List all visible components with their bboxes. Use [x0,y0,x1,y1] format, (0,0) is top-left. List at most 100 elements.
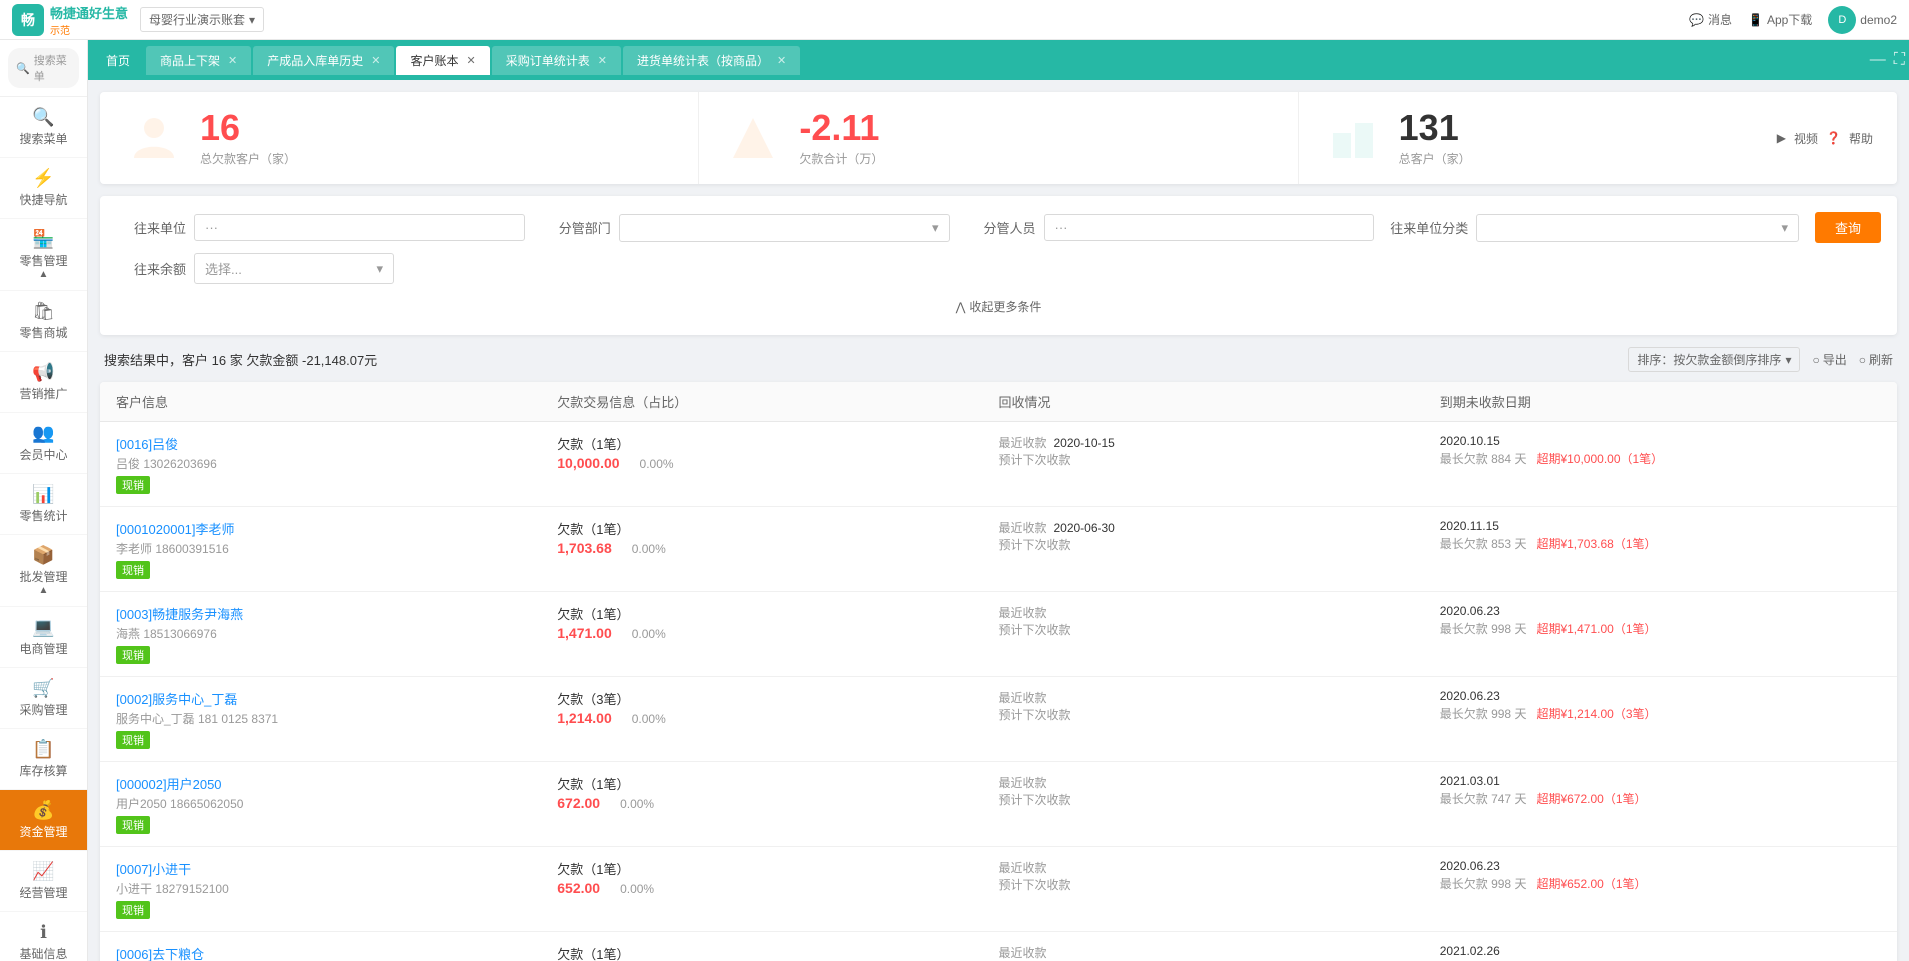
sidebar-item-零售管理[interactable]: 🏪 零售管理 ▲ [0,219,87,291]
recovery-cell: 最近收款 预计下次收款 [999,689,1440,723]
tab-close-icon[interactable]: ✕ [598,54,607,67]
tab-3[interactable]: 客户账本 ✕ [396,46,489,75]
tab-close-icon[interactable]: ✕ [467,54,476,67]
balance-select[interactable]: 选择... ▾ [194,253,394,284]
tab-label: 客户账本 [410,52,458,69]
overdue-cell: 2020.06.23 最长欠款 998 天 超期¥1,471.00（1笔） [1440,604,1881,637]
nav-icon: 🏪 [32,229,54,250]
sort-label: 排序：按欠款金额倒序排序 [1637,351,1781,368]
table-body: [0016]吕俊 吕俊 13026203696 现销 欠款（1笔） 10,000… [100,422,1897,961]
from-unit-input[interactable]: ··· [194,214,525,241]
person-placeholder: ··· [1055,220,1068,235]
customer-name[interactable]: [0002]服务中心_丁磊 [116,689,557,708]
recovery-cell: 最近收款 预计下次收款 [999,859,1440,893]
search-menu-input[interactable]: 🔍 搜索菜单 [8,48,79,88]
tab-close-icon[interactable]: ✕ [228,54,237,67]
overdue-days: 最长欠款 998 天 超期¥1,214.00（3笔） [1440,705,1881,722]
customer-name[interactable]: [0016]吕俊 [116,434,557,453]
customer-tag: 现销 [116,646,150,664]
search-button[interactable]: 查询 [1815,212,1881,243]
tab-5[interactable]: 进货单统计表（按商品）✕ [623,46,800,75]
unit-class-select[interactable]: ▾ [1476,214,1799,242]
sort-select[interactable]: 排序：按欠款金额倒序排序 ▾ [1628,347,1800,372]
overdue-link[interactable]: 超期¥1,471.00（1笔） [1536,622,1656,636]
collapse-up-icon: ⋀ [956,300,966,314]
person-input[interactable]: ··· [1044,214,1375,241]
overdue-link[interactable]: 超期¥672.00（1笔） [1536,792,1646,806]
tab-label: 采购订单统计表 [506,52,590,69]
video-label: 视频 [1794,130,1818,147]
customer-name[interactable]: [0007]小进干 [116,859,557,878]
sidebar-item-电商管理[interactable]: 💻 电商管理 [0,607,87,668]
sidebar-item-库存核算[interactable]: 📋 库存核算 [0,729,87,790]
tab-2[interactable]: 产成品入库单历史✕ [253,46,394,75]
nav-icon: 💻 [32,617,54,638]
tab-0[interactable]: 首页 [92,46,144,75]
sidebar-item-零售统计[interactable]: 📊 零售统计 [0,474,87,535]
customer-name[interactable]: [000002]用户2050 [116,774,557,793]
tab-4[interactable]: 采购订单统计表 ✕ [492,46,621,75]
debt-amount: 1,471.00 [557,625,612,641]
overdue-link[interactable]: 超期¥1,214.00（3笔） [1536,707,1656,721]
filter-from-unit: 往来单位 ··· [116,214,525,241]
sidebar-item-基础信息[interactable]: ℹ 基础信息 [0,912,87,961]
customer-cell: [0007]小进干 小进干 18279152100 现销 [116,859,557,919]
nav-icon: 🛍 [32,301,55,322]
sidebar-item-会员中心[interactable]: 👥 会员中心 [0,413,87,474]
overdue-days: 最长欠款 998 天 超期¥652.00（1笔） [1440,875,1881,892]
recovery-info: 最近收款 [999,604,1440,621]
message-button[interactable]: 💬 消息 [1689,11,1732,28]
tab-close-icon[interactable]: ✕ [777,54,786,67]
overdue-link[interactable]: 超期¥652.00（1笔） [1536,877,1646,891]
help-label: 帮助 [1849,130,1873,147]
debt-total-value: -2.11 [799,110,1273,146]
sidebar-item-搜索菜单[interactable]: 🔍 搜索菜单 [0,97,87,158]
sidebar-item-经营管理[interactable]: 📈 经营管理 [0,851,87,912]
industry-label: 母婴行业演示账套 [149,11,245,28]
debt-count: 欠款（3笔） [557,689,998,708]
sidebar-item-营销推广[interactable]: 📢 营销推广 [0,352,87,413]
content-area: 首页商品上下架✕产成品入库单历史✕客户账本✕采购订单统计表✕进货单统计表（按商品… [88,40,1909,961]
recent-label: 最近收款 [999,691,1050,705]
industry-selector[interactable]: 母婴行业演示账套 ▾ [140,7,264,32]
customer-name[interactable]: [0006]去下粮仓 [116,944,557,961]
customer-name[interactable]: [0003]畅捷服务尹海燕 [116,604,557,623]
user-menu-button[interactable]: D demo2 [1828,6,1897,34]
collapse-button[interactable]: ⋀ 收起更多条件 [116,294,1881,319]
customer-cell: [0002]服务中心_丁磊 服务中心_丁磊 181 0125 8371 现销 [116,689,557,749]
recent-date: 2020-06-30 [1053,521,1114,535]
minimize-button[interactable]: — [1870,51,1886,69]
sidebar-item-批发管理[interactable]: 📦 批发管理 ▲ [0,535,87,607]
sidebar-item-资金管理[interactable]: 💰 资金管理 [0,790,87,851]
debt-total-icon [723,108,783,168]
user-name: demo2 [1860,13,1897,27]
tab-1[interactable]: 商品上下架✕ [146,46,251,75]
stat-debt-total-info: -2.11 欠款合计（万） [799,110,1273,167]
nav-label: 库存核算 [19,762,67,779]
debt-cell: 欠款（1笔） 1,703.68 0.00% [557,519,998,556]
customer-name[interactable]: [0001020001]李老师 [116,519,557,538]
sidebar-item-零售商城[interactable]: 🛍 零售商城 [0,291,87,352]
avatar-initial: D [1838,14,1846,26]
debt-customers-label: 总欠款客户（家） [200,150,674,167]
avatar: D [1828,6,1856,34]
overdue-link[interactable]: 超期¥10,000.00（1笔） [1536,452,1663,466]
maximize-button[interactable]: ⛶ [1894,51,1905,69]
stats-row: 16 总欠款客户（家） -2.11 欠款合计（万） [100,92,1897,184]
export-button[interactable]: ○ 导出 [1812,351,1846,368]
table-header: 客户信息 欠款交易信息（占比） 回收情况 到期未收款日期 [100,382,1897,422]
nav-label: 零售商城 [19,324,67,341]
page-content: 16 总欠款客户（家） -2.11 欠款合计（万） [88,80,1909,961]
sidebar-item-快捷导航[interactable]: ⚡ 快捷导航 [0,158,87,219]
sidebar-item-采购管理[interactable]: 🛒 采购管理 [0,668,87,729]
app-download-button[interactable]: 📱 App下载 [1748,11,1812,28]
overdue-cell: 2020.11.15 最长欠款 853 天 超期¥1,703.68（1笔） [1440,519,1881,552]
overdue-link[interactable]: 超期¥1,703.68（1笔） [1536,537,1656,551]
dept-select[interactable]: ▾ [619,214,950,242]
debt-total-label: 欠款合计（万） [799,150,1273,167]
refresh-button[interactable]: ○ 刷新 [1859,351,1893,368]
tab-close-icon[interactable]: ✕ [371,54,380,67]
recovery-info: 最近收款 [999,944,1440,961]
tab-bar: 首页商品上下架✕产成品入库单历史✕客户账本✕采购订单统计表✕进货单统计表（按商品… [88,40,1909,80]
balance-placeholder: 选择... [205,259,242,278]
